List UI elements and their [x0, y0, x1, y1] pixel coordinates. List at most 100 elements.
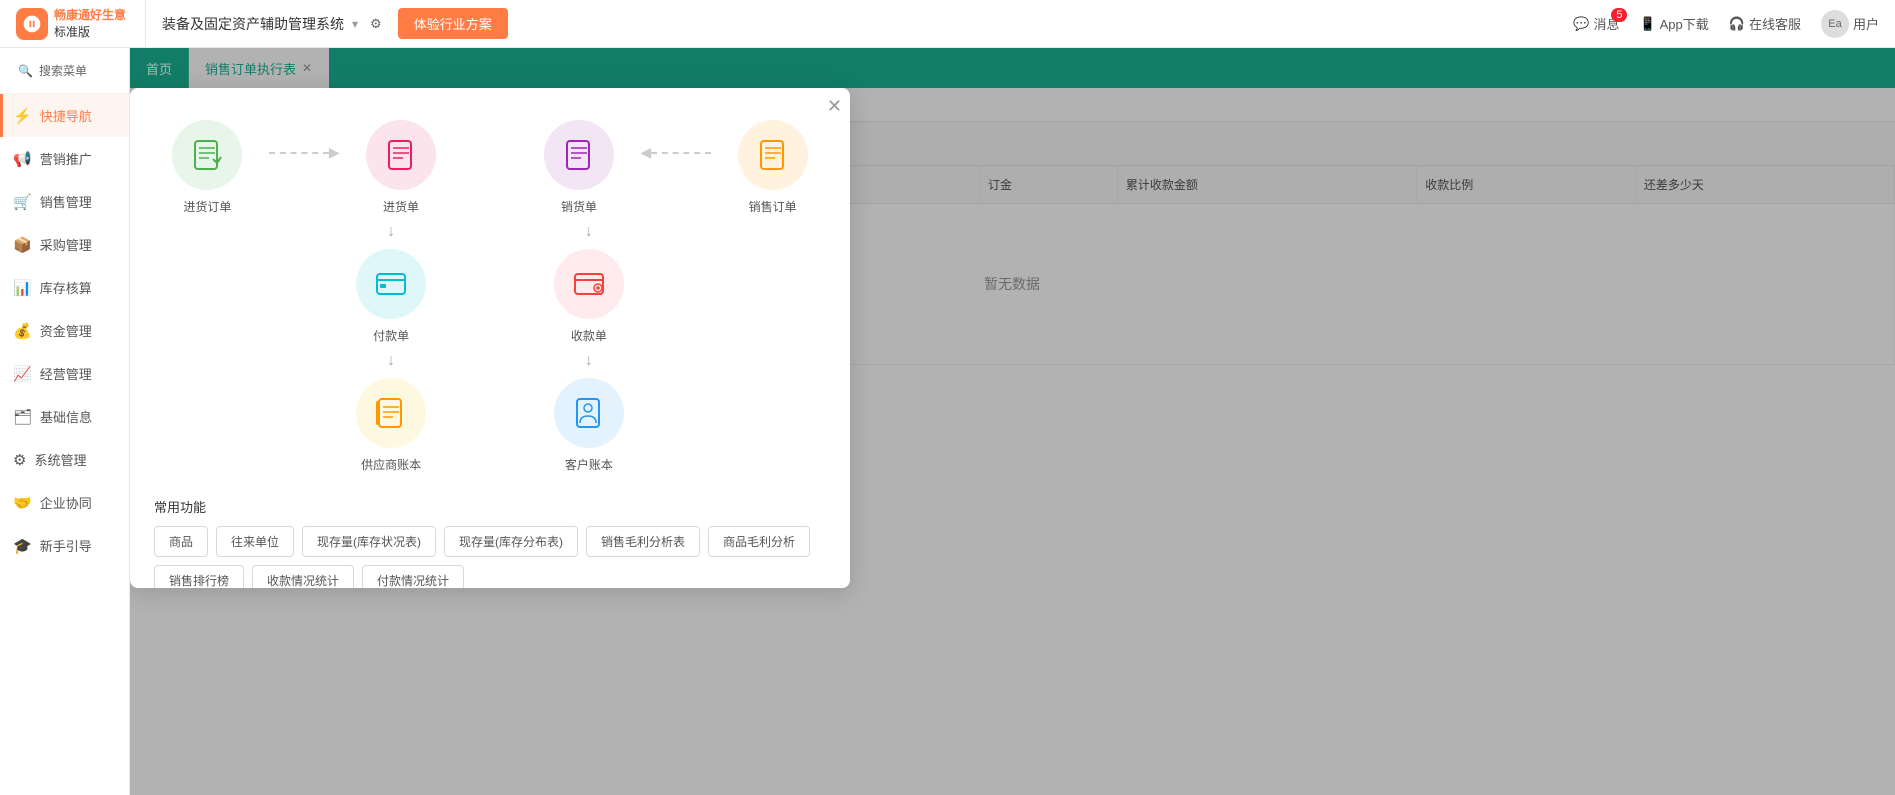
nav-label-marketing: 营销推广 [40, 149, 92, 168]
system-dropdown-arrow[interactable]: ▾ [352, 17, 358, 31]
flow-node-receipt-bill: 收款单 [530, 249, 649, 344]
nav-icon-purchase: 📦 [13, 236, 32, 254]
logo-area: 畅康通好生意 标准版 [16, 0, 146, 47]
func-btn-7[interactable]: 收款情况统计 [252, 565, 354, 588]
func-btn-2[interactable]: 现存量(库存状况表) [302, 526, 436, 557]
logo-text: 畅康通好生意 标准版 [54, 7, 126, 41]
func-btn-6[interactable]: 销售排行榜 [154, 565, 244, 588]
func-btn-3[interactable]: 现存量(库存分布表) [444, 526, 578, 557]
search-menu-btn[interactable]: 🔍 搜索菜单 [10, 58, 119, 83]
func-btn-5[interactable]: 商品毛利分析 [708, 526, 810, 557]
sidebar-item-operations[interactable]: 📈 经营管理 [0, 352, 129, 395]
flow-node-payment-bill: 付款单 [332, 249, 451, 344]
flow-v-arrows-row2: ↓ ↓ [154, 352, 826, 370]
flow-circle-customer-ledger[interactable] [554, 378, 624, 448]
flow-node-purchase-bill: 进货单 [348, 120, 455, 215]
system-name: 装备及固定资产辅助管理系统 [162, 14, 344, 34]
nav-label-purchase: 采购管理 [40, 235, 92, 254]
v-spacer4 [648, 223, 707, 241]
v-spacer2 [273, 223, 332, 241]
flow-node-sales-bill: 销货单 [526, 120, 633, 215]
nav-label-inventory: 库存核算 [40, 278, 92, 297]
flow-chart: 进货订单 ▶ [154, 112, 826, 481]
nav-label-enterprise: 企业协同 [40, 493, 92, 512]
content-area: 首页销售订单执行表✕ ❓ 帮助 🖨 按模板打印 ▾ 📤 导出 ▾ [130, 48, 1895, 795]
sidebar: 🔍 搜索菜单 ⚡ 快捷导航 📢 营销推广 🛒销售管理 📦 采购管理 📊 库存核算 💰 资金管理 📈 经营… [0, 48, 130, 795]
message-btn[interactable]: 💬 消息 5 [1573, 14, 1619, 33]
nav-icon-system: ⚙ [13, 451, 26, 469]
func-btn-0[interactable]: 商品 [154, 526, 208, 557]
avatar: Ea [1821, 10, 1849, 38]
sidebar-nav: ⚡ 快捷导航 📢 营销推广 🛒销售管理 📦 采购管理 📊 库存核算 💰 资金管理 📈 经营管理 🗂基础信息… [0, 94, 129, 795]
nav-icon-quick-nav: ⚡ [13, 107, 32, 125]
nav-label-sales: 销售管理 [40, 192, 92, 211]
flow-circle-supplier-ledger[interactable] [356, 378, 426, 448]
user-menu[interactable]: Ea 用户 [1821, 10, 1879, 38]
flow-row-3: 供应商账本 客户账本 [154, 370, 826, 481]
flow-circle-payment-bill[interactable] [356, 249, 426, 319]
flow-circle-sales-order[interactable] [738, 120, 808, 190]
flow-node-customer-ledger: 客户账本 [530, 378, 649, 473]
v-arrow-receipt: ↓ [530, 352, 649, 370]
online-service-btn[interactable]: 🎧 在线客服 [1729, 14, 1801, 33]
nav-icon-operations: 📈 [13, 365, 32, 383]
modal-overlay[interactable]: ✕ 进货订单 [130, 48, 1895, 795]
common-functions-title: 常用功能 [154, 497, 826, 516]
nav-label-quick-nav: 快捷导航 [40, 106, 92, 125]
nav-icon-guide: 🎓 [13, 537, 32, 555]
service-icon: 🎧 [1729, 16, 1745, 32]
arrow-purchase-order-to-bill: ▶ [261, 144, 348, 161]
search-icon: 🔍 [18, 64, 33, 78]
v-spacer5 [707, 223, 826, 241]
sidebar-item-finance[interactable]: 💰 资金管理 [0, 309, 129, 352]
sidebar-item-inventory[interactable]: 📊 库存核算 [0, 266, 129, 309]
func-btn-4[interactable]: 销售毛利分析表 [586, 526, 700, 557]
v-arrow-sales-bill: ↓ [530, 223, 649, 241]
nav-icon-basic: 🗂 [13, 408, 32, 426]
nav-label-finance: 资金管理 [40, 321, 92, 340]
flow-circle-receipt-bill[interactable] [554, 249, 624, 319]
flow-v-arrows-row: ↓ ↓ [154, 223, 826, 241]
func-btn-8[interactable]: 付款情况统计 [362, 565, 464, 588]
settings-icon[interactable]: ⚙ [370, 16, 382, 32]
modal-close-btn[interactable]: ✕ [827, 96, 842, 117]
nav-icon-marketing: 📢 [13, 150, 32, 168]
func-buttons: 商品往来单位现存量(库存状况表) 现存量(库存分布表) 销售毛利分析表商品毛利分析销… [154, 526, 826, 588]
sidebar-item-basic[interactable]: 🗂基础信息 [0, 395, 129, 438]
sidebar-item-guide[interactable]: 🎓 新手引导 [0, 524, 129, 567]
message-icon: 💬 [1573, 16, 1589, 32]
common-functions: 常用功能 商品往来单位现存量(库存状况表) 现存量(库存分布表) 销售毛利分析表商品… [154, 497, 826, 588]
nav-label-guide: 新手引导 [40, 536, 92, 555]
top-bar: 畅康通好生意 标准版 装备及固定资产辅助管理系统 ▾ ⚙ 体验行业方案 💬 消息… [0, 0, 1895, 48]
func-btn-1[interactable]: 往来单位 [216, 526, 294, 557]
app-download-btn[interactable]: 📱 App下载 [1639, 14, 1708, 33]
arrow-sales-order-to-bill: ◀ [632, 144, 719, 161]
sidebar-item-purchase[interactable]: 📦 采购管理 [0, 223, 129, 266]
message-badge: 5 [1611, 8, 1627, 22]
flow-circle-purchase-bill[interactable] [366, 120, 436, 190]
flow-node-sales-order: 销售订单 [719, 120, 826, 215]
nav-icon-finance: 💰 [13, 322, 32, 340]
sidebar-item-marketing[interactable]: 📢 营销推广 [0, 137, 129, 180]
top-right: 💬 消息 5 📱 App下载 🎧 在线客服 Ea 用户 [1573, 10, 1879, 38]
flow-row-1: 进货订单 ▶ [154, 112, 826, 223]
v-spacer3 [450, 223, 529, 241]
try-btn[interactable]: 体验行业方案 [398, 8, 508, 39]
nav-icon-inventory: 📊 [13, 279, 32, 297]
system-title: 装备及固定资产辅助管理系统 ▾ ⚙ 体验行业方案 [146, 8, 1573, 39]
sidebar-item-enterprise[interactable]: 🤝企业协同 [0, 481, 129, 524]
sidebar-item-system[interactable]: ⚙系统管理 [0, 438, 129, 481]
v-arrow-purchase-bill: ↓ [332, 223, 451, 241]
flow-row-2: 付款单 收款单 [154, 241, 826, 352]
nav-label-operations: 经营管理 [40, 364, 92, 383]
flow-circle-purchase-order[interactable] [172, 120, 242, 190]
logo-icon [16, 8, 48, 40]
download-icon: 📱 [1639, 16, 1655, 32]
sidebar-item-sales[interactable]: 🛒销售管理 [0, 180, 129, 223]
flow-node-supplier-ledger: 供应商账本 [332, 378, 451, 473]
flow-node-purchase-order: 进货订单 [154, 120, 261, 215]
modal: ✕ 进货订单 [130, 88, 850, 588]
flow-circle-sales-bill[interactable] [544, 120, 614, 190]
sidebar-item-quick-nav[interactable]: ⚡ 快捷导航 [0, 94, 129, 137]
v-spacer1 [154, 223, 273, 241]
